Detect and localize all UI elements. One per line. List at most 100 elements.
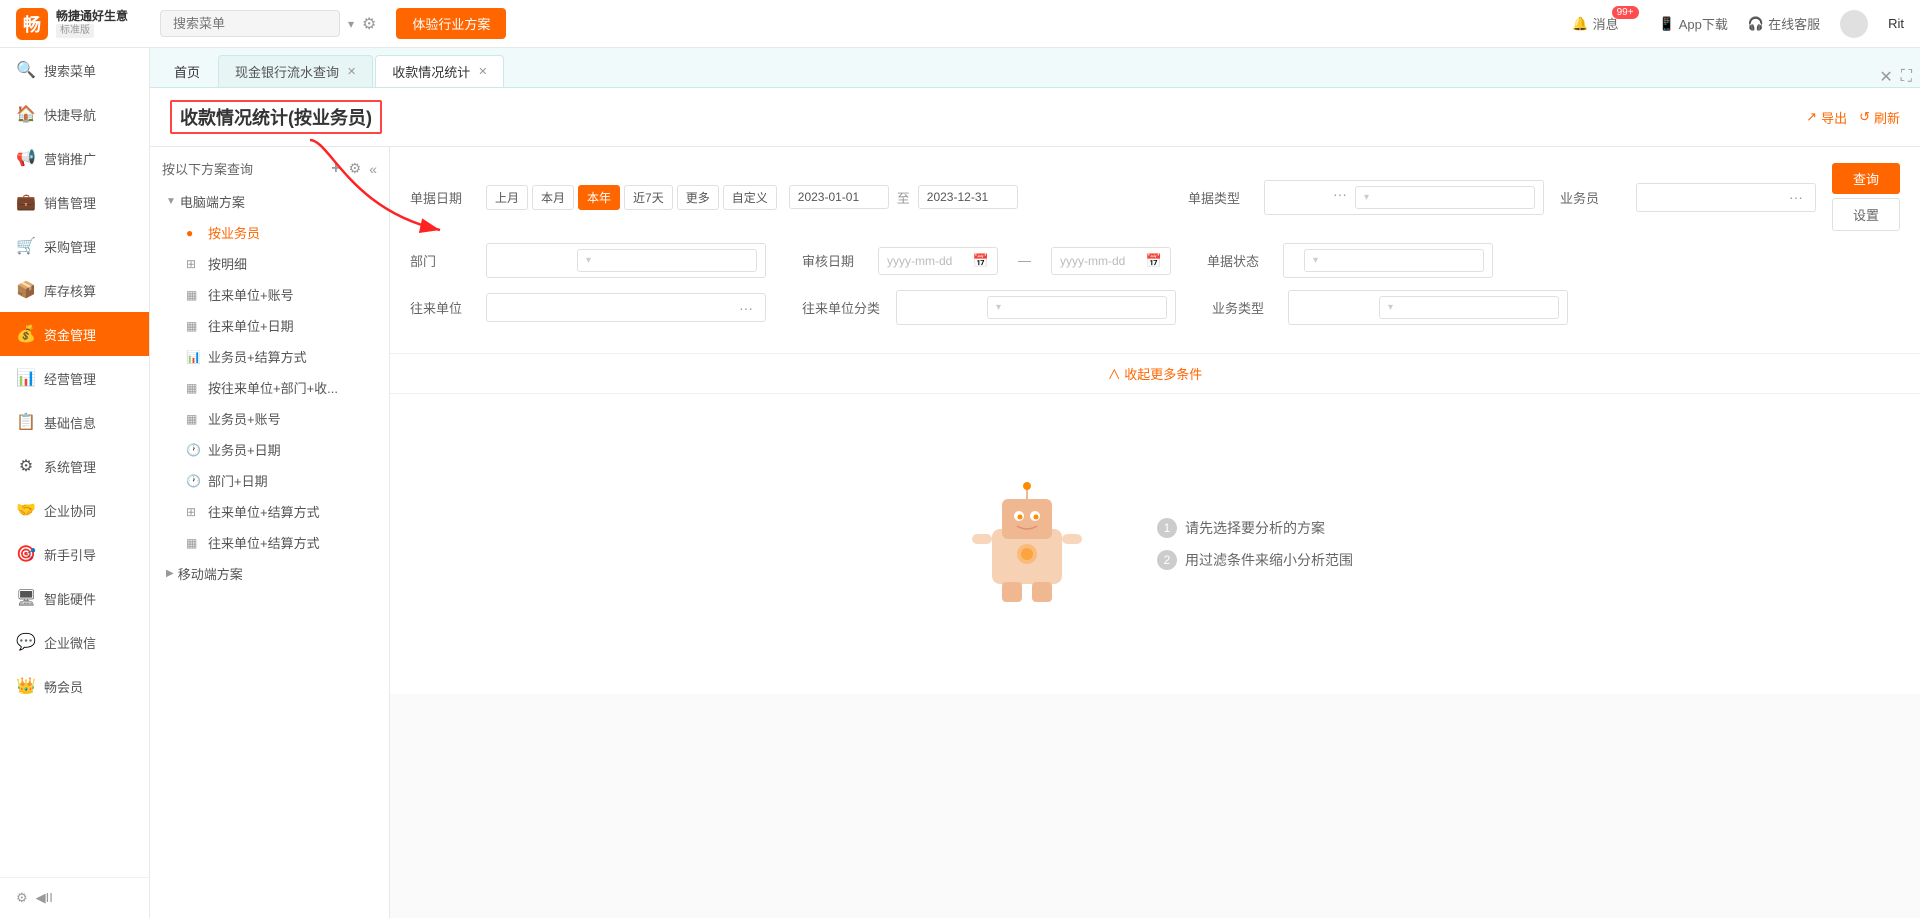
user-avatar[interactable] (1840, 10, 1868, 38)
sidebar-label-sales: 销售管理 (44, 193, 96, 212)
settings-icon[interactable]: ⚙ (362, 14, 376, 34)
doc-status-select[interactable]: ▾ (1283, 243, 1493, 278)
content-body: 按以下方案查询 + ⚙ « ▼ 电脑端方案 ● 按业务员 (150, 147, 1920, 918)
main-layout: 🔍 搜索菜单 🏠 快捷导航 📢 营销推广 💼 销售管理 🛒 采购管理 📦 库存核… (0, 48, 1920, 918)
partner-more-icon[interactable]: ··· (735, 300, 757, 316)
sidebar-item-hardware[interactable]: 🖥 智能硬件 (0, 576, 149, 620)
partner-select[interactable]: ··· (486, 293, 766, 322)
add-scheme-icon[interactable]: + (331, 160, 340, 178)
salesperson-settlement-icon: 📊 (186, 350, 202, 364)
settings-button[interactable]: 设置 (1832, 198, 1900, 231)
sidebar-label-operations: 经营管理 (44, 369, 96, 388)
doc-type-label: 单据类型 (1188, 188, 1248, 207)
collapse-panel-icon[interactable]: « (369, 161, 377, 177)
sidebar-item-inventory[interactable]: 📦 库存核算 (0, 268, 149, 312)
window-maximize-icon[interactable]: ⛶ (1901, 68, 1912, 86)
header-search-input[interactable] (160, 10, 340, 37)
tab-receipt-stats[interactable]: 收款情况统计 ✕ (375, 55, 504, 87)
date-separator: 至 (893, 188, 914, 207)
export-button[interactable]: ↗ 导出 (1806, 108, 1847, 127)
scheme-item-salesperson-account[interactable]: ▦ 业务员+账号 (158, 403, 381, 434)
tab-receipt-stats-label: 收款情况统计 (392, 62, 470, 81)
audit-date-end[interactable]: yyyy-mm-dd 📅 (1051, 247, 1171, 275)
sidebar-item-purchase[interactable]: 🛒 采购管理 (0, 224, 149, 268)
form-actions: 查询 设置 (1832, 163, 1900, 231)
scheme-item-dept-date[interactable]: 🕐 部门+日期 (158, 465, 381, 496)
collapse-sidebar-icon[interactable]: ◀II (36, 890, 53, 906)
partner-dept-icon: ▦ (186, 381, 202, 395)
doc-type-more-icon[interactable]: ··· (1329, 186, 1351, 209)
doc-type-select[interactable]: ··· ▾ (1264, 180, 1544, 215)
sidebar-item-guide[interactable]: 🎯 新手引导 (0, 532, 149, 576)
date-btn-custom[interactable]: 自定义 (723, 185, 777, 210)
tab-bank-flow-close[interactable]: ✕ (347, 65, 356, 78)
app-download-area[interactable]: 📱 App下载 (1659, 14, 1728, 33)
scheme-item-partner-settlement2[interactable]: ▦ 往来单位+结算方式 (158, 527, 381, 558)
sidebar-item-basics[interactable]: 📋 基础信息 (0, 400, 149, 444)
sales-icon: 💼 (16, 192, 36, 212)
refresh-button[interactable]: ↺ 刷新 (1859, 108, 1900, 127)
online-service-area[interactable]: 🎧 在线客服 (1748, 14, 1820, 33)
collab-icon: 🤝 (16, 500, 36, 520)
logo-text: 畅捷通好生意 (56, 9, 128, 23)
date-end-input[interactable] (918, 185, 1018, 209)
scheme-item-detail[interactable]: ⊞ 按明细 (158, 248, 381, 279)
date-btn-7days[interactable]: 近7天 (624, 185, 673, 210)
scheme-item-partner-dept[interactable]: ▦ 按往来单位+部门+收... (158, 372, 381, 403)
scheme-item-partner-account[interactable]: ▦ 往来单位+账号 (158, 279, 381, 310)
sidebar-item-search[interactable]: 🔍 搜索菜单 (0, 48, 149, 92)
trial-btn[interactable]: 体验行业方案 (396, 8, 506, 39)
sidebar-item-quicknav[interactable]: 🏠 快捷导航 (0, 92, 149, 136)
notification-area[interactable]: 🔔 消息 99+ (1572, 14, 1618, 33)
partner-category-select[interactable]: ▾ (896, 290, 1176, 325)
dept-select[interactable]: ▾ (486, 243, 766, 278)
scheme-item-salesperson-settlement[interactable]: 📊 业务员+结算方式 (158, 341, 381, 372)
date-btn-last-month[interactable]: 上月 (486, 185, 528, 210)
date-btn-this-year[interactable]: 本年 (578, 185, 620, 210)
tab-bank-flow[interactable]: 现金银行流水查询 ✕ (218, 55, 373, 87)
app-download-label: App下载 (1679, 14, 1728, 33)
calendar-start-icon[interactable]: 📅 (973, 253, 989, 269)
salesperson-select[interactable]: ··· (1636, 183, 1816, 212)
query-button[interactable]: 查询 (1832, 163, 1900, 194)
scheme-settings-icon[interactable]: ⚙ (349, 160, 362, 177)
date-btn-this-month[interactable]: 本月 (532, 185, 574, 210)
audit-date-start[interactable]: yyyy-mm-dd 📅 (878, 247, 998, 275)
calendar-end-icon[interactable]: 📅 (1146, 253, 1162, 269)
sidebar-item-marketing[interactable]: 📢 营销推广 (0, 136, 149, 180)
form-row-1: 单据日期 上月 本月 本年 近7天 更多 自定义 至 (410, 163, 1900, 231)
sidebar-item-operations[interactable]: 📊 经营管理 (0, 356, 149, 400)
biz-type-select[interactable]: ▾ (1288, 290, 1568, 325)
partner-category-value (905, 299, 917, 316)
scheme-item-partner-settlement1[interactable]: ⊞ 往来单位+结算方式 (158, 496, 381, 527)
tab-receipt-stats-close[interactable]: ✕ (478, 65, 487, 78)
scheme-item-partner-date[interactable]: ▦ 往来单位+日期 (158, 310, 381, 341)
tree-header-mobile[interactable]: ▶ 移动端方案 (158, 558, 381, 589)
scheme-item-salesperson-date[interactable]: 🕐 业务员+日期 (158, 434, 381, 465)
salesperson-label: 业务员 (1560, 188, 1620, 207)
sidebar-item-wechat[interactable]: 💬 企业微信 (0, 620, 149, 664)
date-start-input[interactable] (789, 185, 889, 209)
sidebar-item-collab[interactable]: 🤝 企业协同 (0, 488, 149, 532)
export-icon: ↗ (1806, 109, 1817, 125)
dropdown-arrow-icon: ▾ (348, 17, 354, 31)
sidebar-item-vip[interactable]: 👑 畅会员 (0, 664, 149, 708)
dept-date-icon: 🕐 (186, 474, 202, 488)
scheme-item-salesperson[interactable]: ● 按业务员 (158, 217, 381, 248)
empty-state-area: 1 请先选择要分析的方案 2 用过滤条件来缩小分析范围 (390, 394, 1920, 694)
form-row-3: 往来单位 ··· 往来单位分类 ▾ 业务类型 (410, 290, 1900, 325)
date-btn-more[interactable]: 更多 (677, 185, 719, 210)
sidebar-item-sales[interactable]: 💼 销售管理 (0, 180, 149, 224)
sidebar-item-system[interactable]: ⚙ 系统管理 (0, 444, 149, 488)
settings-bottom-icon[interactable]: ⚙ (16, 890, 28, 906)
logo-icon: 畅 (16, 8, 48, 40)
partner-date-icon: ▦ (186, 319, 202, 333)
tab-home[interactable]: 首页 (158, 55, 216, 87)
sidebar-label-finance: 资金管理 (44, 325, 96, 344)
sidebar-item-finance[interactable]: 💰 资金管理 (0, 312, 149, 356)
window-close-icon[interactable]: ✕ (1879, 67, 1892, 87)
tree-mobile-label: 移动端方案 (178, 564, 243, 583)
salesperson-more-icon[interactable]: ··· (1785, 189, 1807, 205)
tree-header-desktop[interactable]: ▼ 电脑端方案 (158, 186, 381, 217)
collapse-bar[interactable]: ∧ 收起更多条件 (390, 354, 1920, 394)
